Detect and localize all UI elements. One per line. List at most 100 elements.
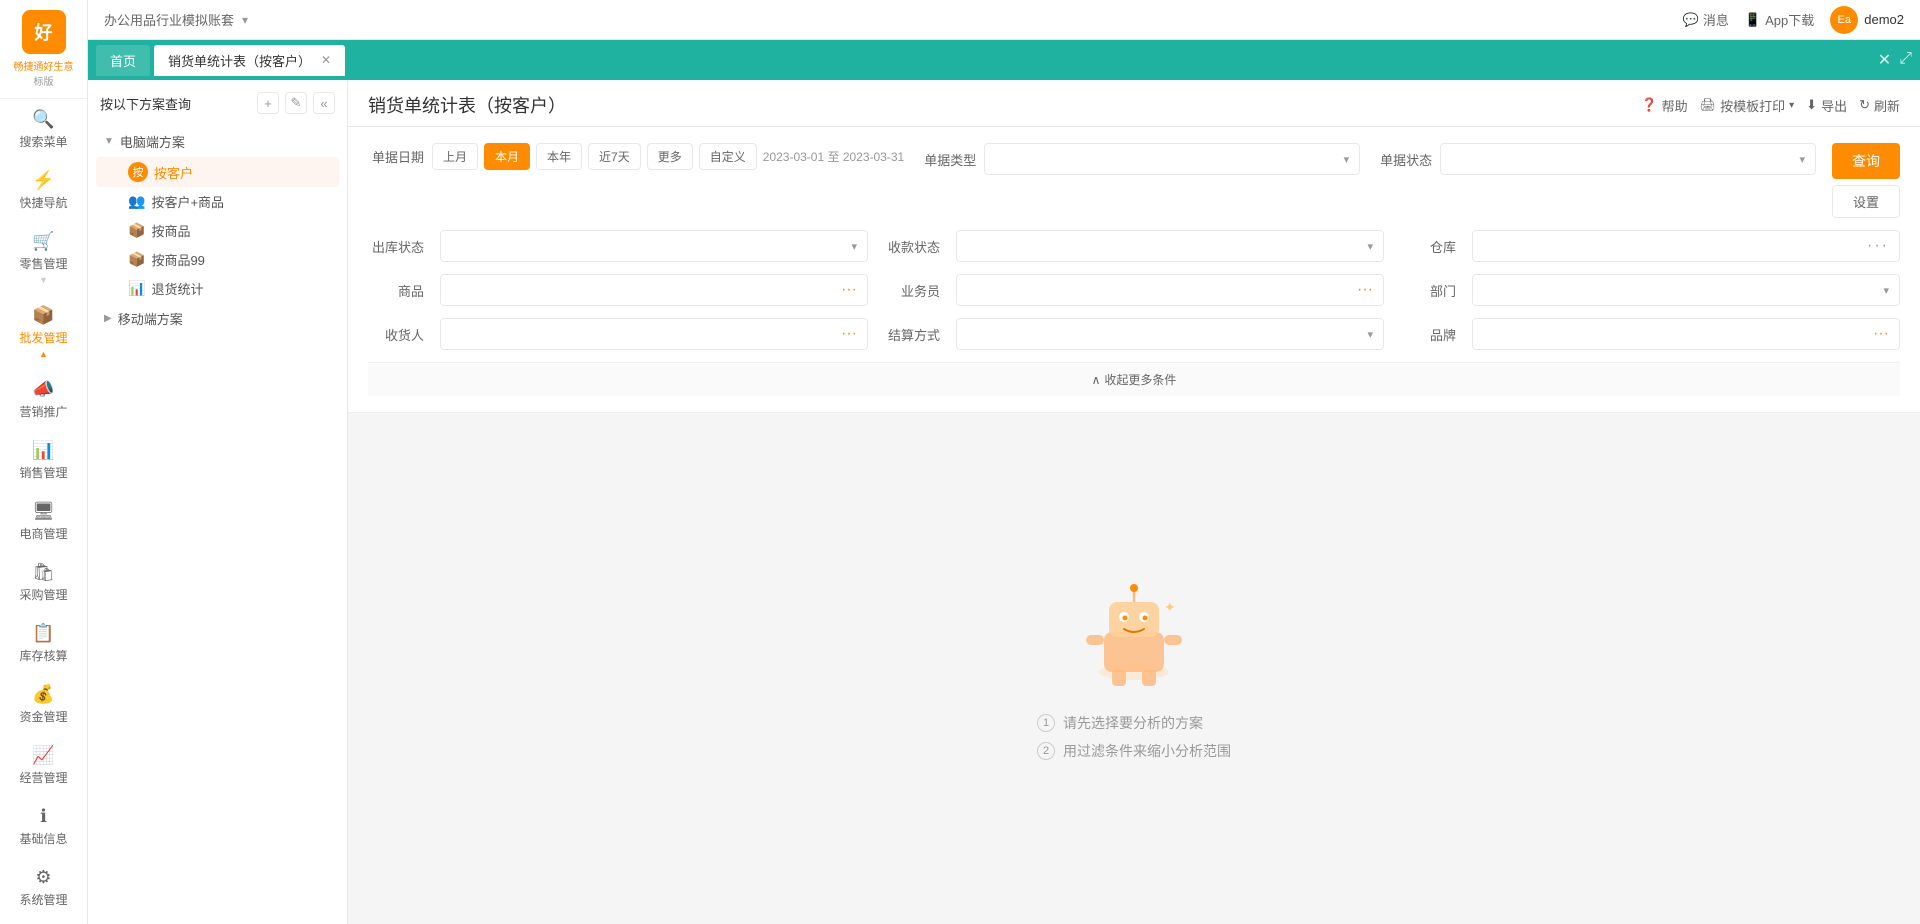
query-button[interactable]: 查询 <box>1832 143 1900 179</box>
date-btn-this-month[interactable]: 本月 <box>484 143 530 170</box>
sidebar-item-enterprise[interactable]: 🤝 企业协同 <box>0 918 87 924</box>
message-button[interactable]: 💬 消息 <box>1683 10 1729 29</box>
department-select[interactable]: ▾ <box>1472 274 1900 306</box>
user-profile[interactable]: Ea demo2 <box>1830 6 1904 34</box>
system-icon: ⚙ <box>35 867 51 888</box>
order-type-arrow-icon: ▾ <box>1344 153 1350 166</box>
tree-parent-mobile[interactable]: ▶ 移动端方案 <box>96 303 339 334</box>
date-btn-last-month[interactable]: 上月 <box>432 143 478 170</box>
print-button[interactable]: 🖨 按模板打印 ▾ <box>1700 96 1795 115</box>
out-status-select[interactable]: ▾ <box>440 230 868 262</box>
sidebar-item-basic-info[interactable]: ℹ 基础信息 <box>0 796 87 857</box>
salesperson-input[interactable]: ··· <box>956 274 1384 306</box>
ecommerce-icon: 🖥 <box>32 501 55 522</box>
avatar: Ea <box>1830 6 1858 34</box>
logo-subtitle: 标版 <box>34 73 54 88</box>
receiver-input[interactable]: ··· <box>440 318 868 350</box>
logo-icon: 好 <box>22 10 66 54</box>
sidebar-item-search[interactable]: 🔍 搜索菜单 <box>0 99 87 160</box>
tree-section: ▼ 电脑端方案 按 按客户 👥 按客户+商品 📦 按商品 📦 按商品9 <box>88 122 347 338</box>
add-scheme-button[interactable]: + <box>257 92 279 114</box>
sidebar-item-operations[interactable]: 📈 经营管理 <box>0 735 87 796</box>
tab-maximize-icon[interactable]: ⤢ <box>1899 50 1912 70</box>
sidebar-item-quick-nav[interactable]: ⚡ 快捷导航 <box>0 160 87 221</box>
sidebar-item-system[interactable]: ⚙ 系统管理 <box>0 857 87 918</box>
sidebar-item-purchase[interactable]: 🛍 采购管理 <box>0 552 87 613</box>
collapse-label: 收起更多条件 <box>1104 371 1176 388</box>
message-label: 消息 <box>1703 10 1729 29</box>
app-download-icon: 📱 <box>1745 12 1761 28</box>
export-button[interactable]: ⬇ 导出 <box>1806 96 1847 115</box>
brand-input[interactable]: ··· <box>1472 318 1900 350</box>
app-download-button[interactable]: 📱 App下载 <box>1745 10 1814 29</box>
order-type-select[interactable]: ▾ <box>984 143 1360 175</box>
action-buttons: 查询 设置 <box>1832 143 1900 218</box>
settings-button[interactable]: 设置 <box>1832 185 1900 218</box>
sidebar-item-wholesale[interactable]: 📦 批发管理 ▲ <box>0 295 87 369</box>
warehouse-label: 仓库 <box>1400 237 1456 256</box>
salesperson-more-icon: ··· <box>1357 281 1373 299</box>
receipt-status-select[interactable]: ▾ <box>956 230 1384 262</box>
app-download-label: App下载 <box>1765 10 1814 29</box>
order-status-filter: 单据状态 ▾ <box>1376 143 1816 175</box>
left-panel-title: 按以下方案查询 <box>100 94 191 113</box>
page-title: 销货单统计表（按客户） <box>368 92 566 118</box>
tree-child-by-goods99[interactable]: 📦 按商品99 <box>96 245 339 274</box>
warehouse-select[interactable]: ··· <box>1472 230 1900 262</box>
tree-child-return-stats[interactable]: 📊 退货统计 <box>96 274 339 303</box>
tab-close-icon[interactable]: ✕ <box>321 53 331 67</box>
sidebar-item-marketing-label: 营销推广 <box>19 403 67 420</box>
empty-hint-2: 2 用过滤条件来缩小分析范围 <box>1037 741 1231 761</box>
edit-scheme-button[interactable]: ✎ <box>285 92 307 114</box>
goods99-scheme-icon: 📦 <box>128 251 145 268</box>
date-btn-7days[interactable]: 近7天 <box>588 143 641 170</box>
filter-row-3: 商品 ··· 业务员 ··· 部门 ▾ <box>368 274 1900 306</box>
collapse-more-conditions[interactable]: ∧ 收起更多条件 <box>368 362 1900 396</box>
sidebar-item-basic-info-label: 基础信息 <box>19 830 67 847</box>
filter-area: 单据日期 上月 本月 本年 近7天 更多 自定义 2023-03-01 至 20… <box>348 127 1920 413</box>
help-button[interactable]: ❓ 帮助 <box>1641 96 1687 115</box>
sidebar-item-quick-nav-label: 快捷导航 <box>19 194 67 211</box>
tree-parent-desktop[interactable]: ▼ 电脑端方案 <box>96 126 339 157</box>
customer-scheme-icon: 按 <box>128 162 148 182</box>
order-status-label: 单据状态 <box>1376 150 1432 169</box>
basic-info-icon: ℹ <box>40 806 47 827</box>
content-area: 按以下方案查询 + ✎ « ▼ 电脑端方案 按 按客户 👥 按客 <box>88 80 1920 924</box>
order-type-filter: 单据类型 ▾ <box>920 143 1360 175</box>
tree-expand-icon: ▼ <box>104 136 114 147</box>
order-status-select[interactable]: ▾ <box>1440 143 1816 175</box>
tree-child-customer-goods[interactable]: 👥 按客户+商品 <box>96 187 339 216</box>
sidebar-item-finance[interactable]: 💰 资金管理 <box>0 674 87 735</box>
date-btn-more[interactable]: 更多 <box>647 143 693 170</box>
svg-text:✦: ✦ <box>1164 599 1176 615</box>
goods-input[interactable]: ··· <box>440 274 868 306</box>
sidebar-item-sales-label: 销售管理 <box>19 464 67 481</box>
refresh-button[interactable]: ↻ 刷新 <box>1859 96 1900 115</box>
hint-2-text: 用过滤条件来缩小分析范围 <box>1063 741 1231 761</box>
date-btn-this-year[interactable]: 本年 <box>536 143 582 170</box>
tab-home[interactable]: 首页 <box>96 45 150 76</box>
receipt-status-arrow-icon: ▾ <box>1367 240 1373 253</box>
sidebar-item-search-label: 搜索菜单 <box>19 133 67 150</box>
topbar-dropdown-icon[interactable]: ▾ <box>242 13 248 27</box>
sidebar-item-purchase-label: 采购管理 <box>19 586 67 603</box>
logo-area: 好 畅捷通好生意 标版 <box>0 0 87 99</box>
payment-method-select[interactable]: ▾ <box>956 318 1384 350</box>
sidebar-item-sales[interactable]: 📊 销售管理 <box>0 430 87 491</box>
tree-child-by-customer[interactable]: 按 按客户 <box>96 157 339 187</box>
tab-close-all-icon[interactable]: ✕ <box>1878 50 1891 70</box>
marketing-icon: 📣 <box>32 379 54 400</box>
search-icon: 🔍 <box>32 109 54 130</box>
tab-sales-stats[interactable]: 销货单统计表（按客户） ✕ <box>154 45 345 76</box>
collapse-panel-button[interactable]: « <box>313 92 335 114</box>
sidebar-item-operations-label: 经营管理 <box>19 769 67 786</box>
sidebar-item-inventory[interactable]: 📋 库存核算 <box>0 613 87 674</box>
sidebar-item-marketing[interactable]: 📣 营销推广 <box>0 369 87 430</box>
sales-icon: 📊 <box>32 440 54 461</box>
date-btn-custom[interactable]: 自定义 <box>699 143 757 170</box>
sidebar-item-retail[interactable]: 🛒 零售管理 ▼ <box>0 221 87 295</box>
filter-row-4: 收货人 ··· 结算方式 ▾ 品牌 ··· <box>368 318 1900 350</box>
sidebar-item-ecommerce[interactable]: 🖥 电商管理 <box>0 491 87 552</box>
wholesale-icon: 📦 <box>32 305 54 326</box>
tree-child-by-goods[interactable]: 📦 按商品 <box>96 216 339 245</box>
